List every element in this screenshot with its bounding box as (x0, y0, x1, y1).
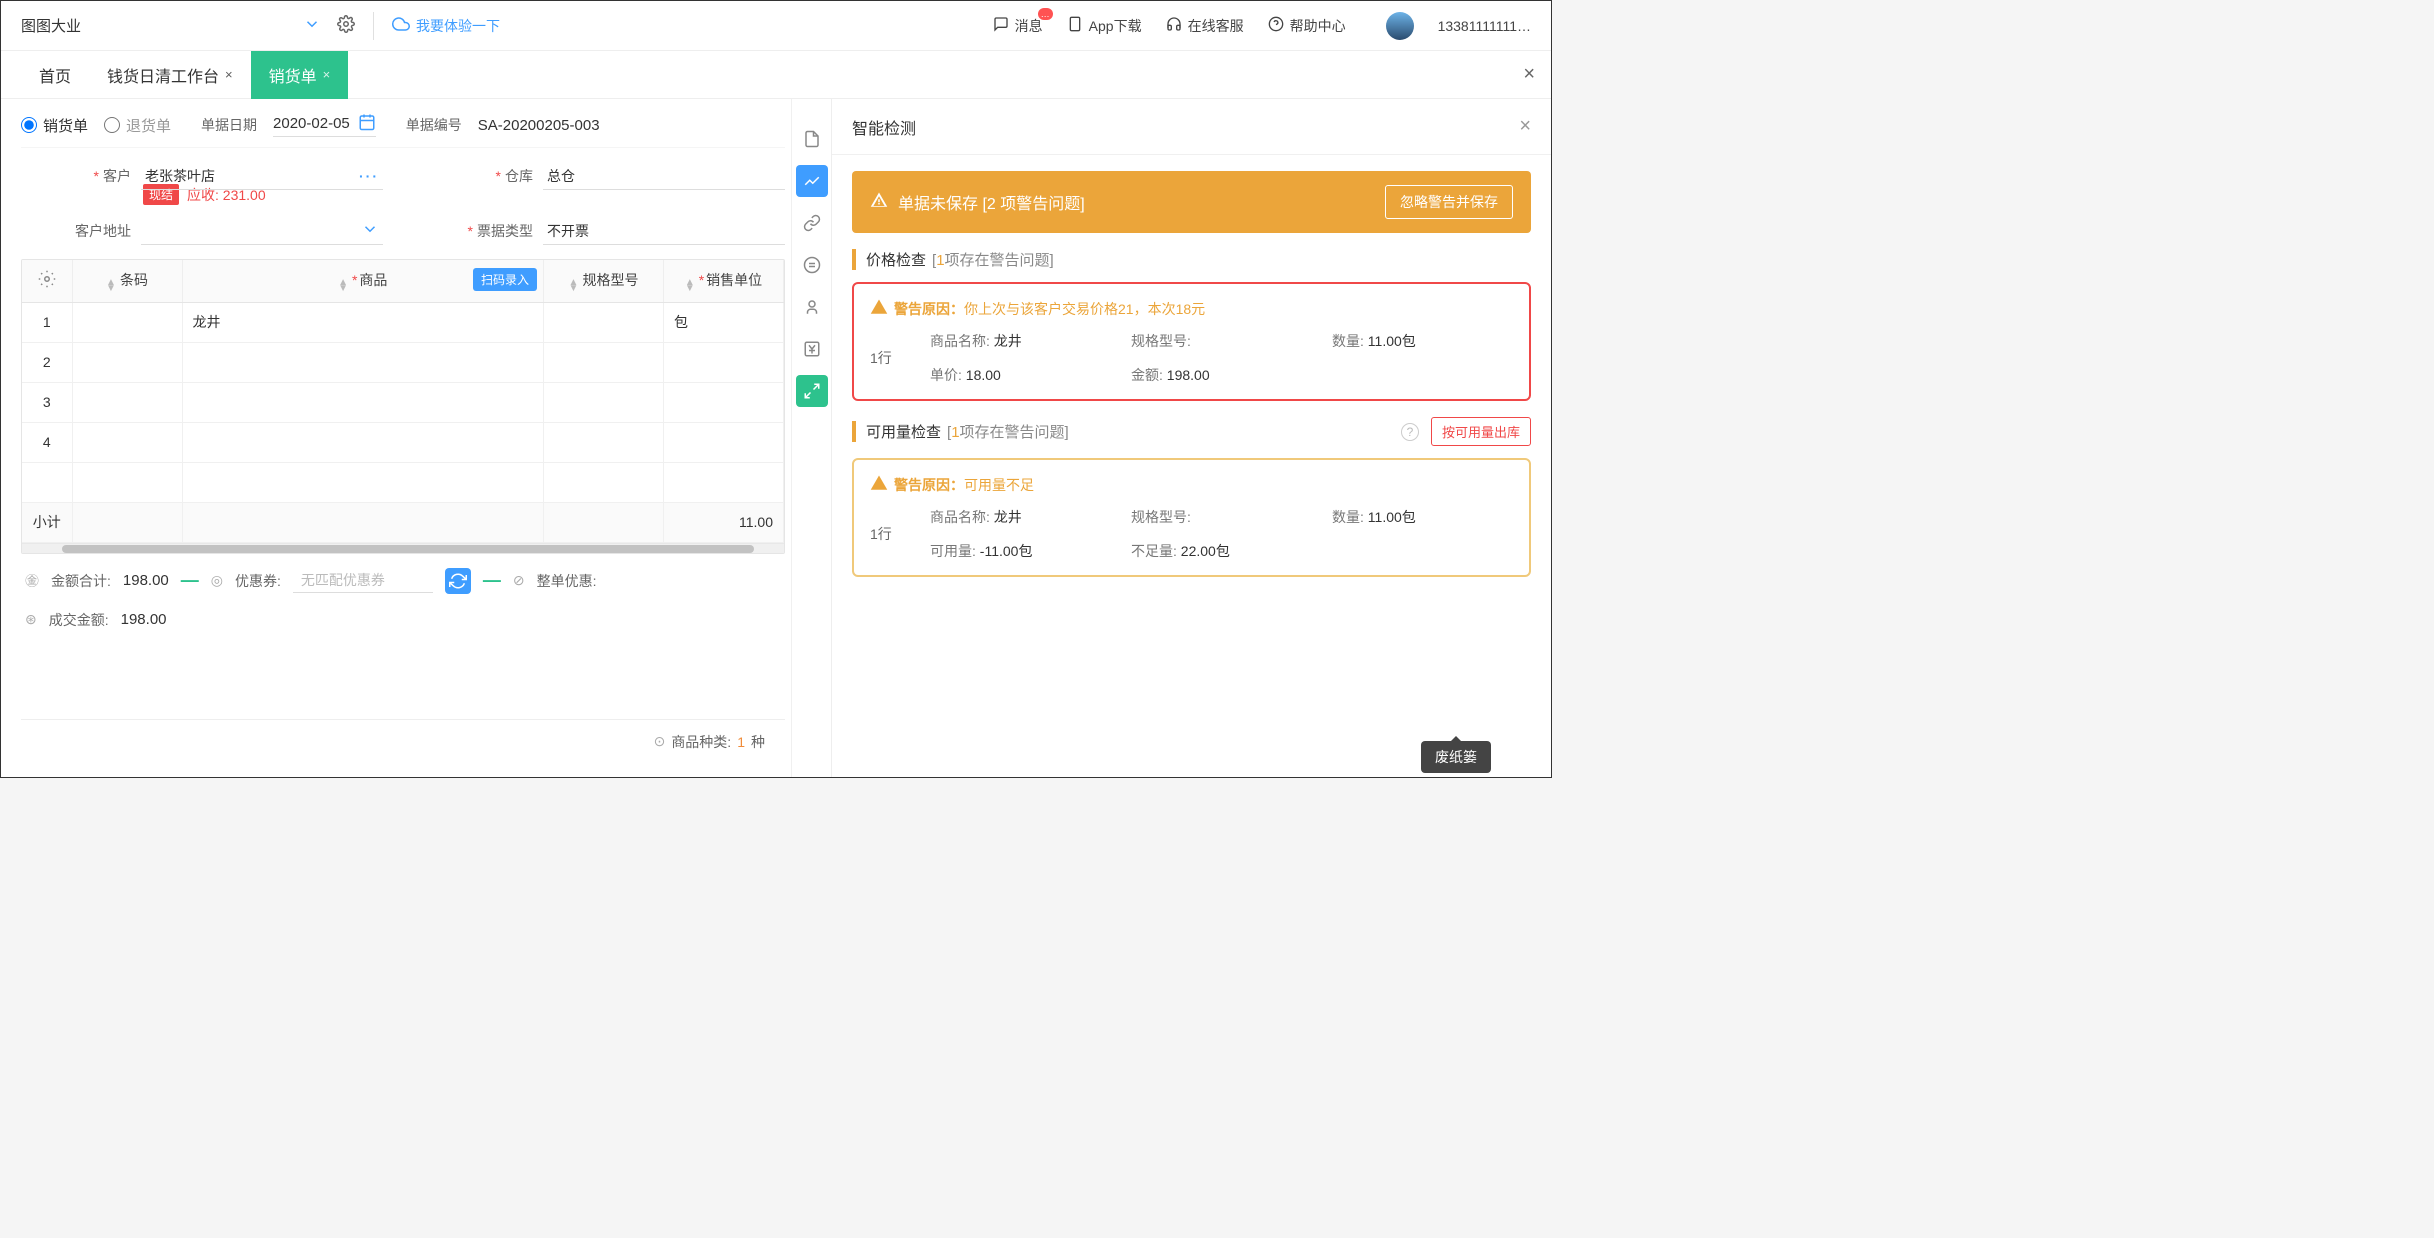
cloud-icon (392, 15, 410, 36)
table-row[interactable]: 4 (22, 422, 784, 462)
close-icon[interactable]: × (1519, 115, 1531, 138)
deal-icon: ⊛ (25, 611, 37, 628)
calendar-icon (358, 113, 376, 134)
user-icon[interactable] (796, 291, 828, 323)
divider (373, 12, 374, 40)
link-icon[interactable] (796, 207, 828, 239)
minus-icon: — (181, 570, 199, 591)
col-unit[interactable]: ▲▼销售单位 (664, 260, 784, 302)
help-link[interactable]: 帮助中心 (1268, 16, 1346, 36)
sort-icon: ▲▼ (106, 280, 116, 292)
chevron-down-icon (361, 220, 379, 241)
help-icon (1268, 16, 1284, 35)
date-input[interactable]: 2020-02-05 (273, 113, 376, 137)
sort-icon: ▲▼ (685, 280, 695, 292)
tab-home[interactable]: 首页 (21, 51, 89, 99)
table-row[interactable]: 1龙井包 (22, 302, 784, 342)
more-icon[interactable]: ··· (359, 168, 379, 184)
app-download-link[interactable]: App下载 (1067, 16, 1142, 36)
gear-icon[interactable] (38, 275, 56, 291)
chevron-down-icon (303, 15, 321, 37)
ship-by-available-button[interactable]: 按可用量出库 (1431, 417, 1531, 446)
panel-title: 智能检测 (852, 115, 916, 139)
chat-icon (993, 16, 1009, 35)
mobile-icon (1067, 16, 1083, 35)
col-barcode[interactable]: ▲▼条码 (72, 260, 182, 302)
doc-number: SA-20200205-003 (478, 117, 600, 134)
table-row[interactable]: 2 (22, 342, 784, 382)
gear-icon[interactable] (337, 15, 355, 36)
ignore-save-button[interactable]: 忽略警告并保存 (1385, 185, 1513, 219)
close-icon[interactable]: × (225, 67, 233, 82)
tabs-row: 首页 钱货日清工作台× 销货单× × (1, 51, 1551, 99)
yen-icon[interactable] (796, 333, 828, 365)
footer-bar: ⊙ 商品种类: 1 种 (21, 719, 785, 763)
section-stock-check: 可用量检查 [1项存在警告问题] (852, 421, 1069, 442)
list-icon: ⊙ (654, 733, 666, 750)
warehouse-input[interactable]: 总仓 (543, 162, 785, 190)
refresh-button[interactable] (445, 568, 471, 594)
radio-return[interactable]: 退货单 (104, 115, 171, 136)
col-product[interactable]: ▲▼商品扫码录入 (182, 260, 544, 302)
table-row[interactable]: 3 (22, 382, 784, 422)
minus-icon: — (483, 570, 501, 591)
tab-dashboard[interactable]: 钱货日清工作台× (89, 51, 251, 99)
radio-sales[interactable]: 销货单 (21, 115, 88, 136)
messages-link[interactable]: 消息 (993, 16, 1043, 36)
address-input[interactable] (141, 217, 383, 245)
invoice-input[interactable]: 不开票 (543, 217, 785, 245)
topbar: 图图大业 我要体验一下 消息 App下载 在线客服 帮助中心 133811111… (1, 1, 1551, 51)
headset-icon (1166, 16, 1182, 35)
trash-button[interactable]: 废纸篓 (1421, 741, 1491, 773)
inspection-panel: 智能检测 × 单据未保存 [2 项警告问题] 忽略警告并保存 价格检查 [1项存… (831, 99, 1551, 777)
col-spec[interactable]: ▲▼规格型号 (544, 260, 664, 302)
customer-service-link[interactable]: 在线客服 (1166, 16, 1244, 36)
side-toolbar (791, 99, 831, 777)
scan-button[interactable]: 扫码录入 (473, 268, 537, 291)
expand-icon[interactable] (796, 375, 828, 407)
discount-icon: ⊘ (513, 572, 525, 589)
org-selector[interactable]: 图图大业 (21, 15, 321, 37)
exchange-icon[interactable] (796, 249, 828, 281)
warning-card: 警告原因：你上次与该客户交易价格21，本次18元 1行 商品名称: 龙井 规格型… (852, 282, 1531, 401)
tab-sales[interactable]: 销货单× (251, 51, 349, 99)
top-links: 消息 App下载 在线客服 帮助中心 13381111111… (993, 12, 1531, 40)
ticket-icon: ◎ (211, 572, 223, 589)
check-icon[interactable] (796, 165, 828, 197)
sort-icon: ▲▼ (338, 280, 348, 292)
close-all-icon[interactable]: × (1523, 63, 1535, 86)
warning-icon (870, 474, 888, 495)
customer-input[interactable]: 老张茶叶店··· (141, 162, 383, 190)
warning-banner: 单据未保存 [2 项警告问题] 忽略警告并保存 (852, 171, 1531, 233)
doc-icon[interactable] (796, 123, 828, 155)
avatar[interactable] (1386, 12, 1414, 40)
section-price-check: 价格检查 [1项存在警告问题] (852, 249, 1531, 270)
sort-icon: ▲▼ (569, 280, 579, 292)
warning-icon (870, 298, 888, 319)
warning-card: 警告原因：可用量不足 1行 商品名称: 龙井 规格型号: 数量: 11.00包 … (852, 458, 1531, 577)
coupon-input[interactable]: 无匹配优惠券 (293, 568, 433, 593)
help-icon[interactable]: ? (1401, 423, 1419, 441)
close-icon[interactable]: × (323, 67, 331, 82)
trial-link[interactable]: 我要体验一下 (392, 15, 500, 36)
warning-icon (870, 191, 888, 214)
sales-form: 销货单 退货单 单据日期 2020-02-05 单据编号 SA-20200205… (1, 99, 791, 777)
items-table: ▲▼条码 ▲▼商品扫码录入 ▲▼规格型号 ▲▼销售单位 1龙井包 2 3 4 (21, 259, 785, 554)
table-row[interactable] (22, 462, 784, 502)
username: 13381111111… (1438, 18, 1531, 34)
yen-icon: ㊎ (25, 571, 39, 591)
horizontal-scrollbar[interactable] (22, 543, 784, 553)
org-name: 图图大业 (21, 15, 81, 36)
